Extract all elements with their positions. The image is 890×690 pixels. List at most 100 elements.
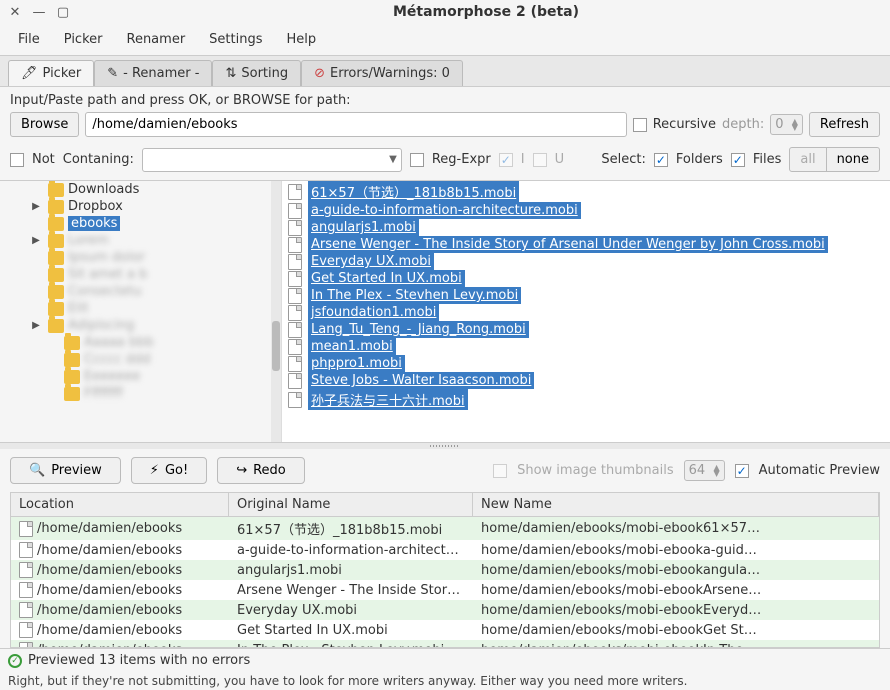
chevron-down-icon: ▼ (389, 154, 397, 165)
tree-label: Eeeeeee (84, 369, 140, 384)
file-label: Arsene Wenger - The Inside Story of Arse… (308, 236, 828, 253)
menu-help[interactable]: Help (277, 28, 327, 51)
file-label: 孙子兵法与三十六计.mobi (308, 389, 468, 410)
tree-label: Downloads (68, 182, 139, 197)
menu-picker[interactable]: Picker (54, 28, 113, 51)
file-item[interactable]: angularjs1.mobi (282, 219, 890, 236)
tree-item[interactable]: Ipsum dolor (0, 249, 281, 266)
file-item[interactable]: 61×57（节选）_181b8b15.mobi (282, 181, 890, 202)
file-item[interactable]: In The Plex - Stevhen Levy.mobi (282, 287, 890, 304)
file-item[interactable]: Arsene Wenger - The Inside Story of Arse… (282, 236, 890, 253)
not-checkbox[interactable] (10, 153, 24, 167)
preview-icon: 🔍 (29, 463, 45, 478)
table-row[interactable]: /home/damien/ebooksArsene Wenger - The I… (11, 580, 879, 600)
menu-file[interactable]: File (8, 28, 50, 51)
file-item[interactable]: phppro1.mobi (282, 355, 890, 372)
file-icon (288, 305, 302, 321)
depth-spinner[interactable]: 0 ▲▼ (770, 114, 803, 135)
browse-button[interactable]: Browse (10, 112, 79, 137)
tab-picker[interactable]: 🖊 Picker (8, 60, 94, 86)
expand-icon[interactable]: ▶ (28, 235, 44, 246)
expand-icon[interactable]: ▶ (28, 320, 44, 331)
tree-item[interactable]: Aaaaa bbb (0, 334, 281, 351)
sort-icon: ⇅ (225, 66, 236, 81)
file-label: jsfoundation1.mobi (308, 304, 439, 321)
file-list[interactable]: 61×57（节选）_181b8b15.mobia-guide-to-inform… (282, 181, 890, 442)
tree-item[interactable]: ebooks (0, 215, 281, 232)
leaked-text: Right, but if they're not submitting, yo… (0, 672, 890, 690)
expand-icon[interactable]: ▶ (28, 201, 44, 212)
menu-renamer[interactable]: Renamer (117, 28, 196, 51)
u-checkbox[interactable] (533, 153, 547, 167)
file-icon (288, 322, 302, 338)
table-row[interactable]: /home/damien/ebooks61×57（节选）_181b8b15.mo… (11, 517, 879, 540)
file-item[interactable]: Lang_Tu_Teng_-_Jiang_Rong.mobi (282, 321, 890, 338)
files-label: Files (753, 152, 782, 167)
tree-item[interactable]: Eeeeeee (0, 368, 281, 385)
close-icon[interactable]: ✕ (8, 5, 22, 19)
tree-label: Sit amet a b (68, 267, 147, 282)
table-row[interactable]: /home/damien/ebooksGet Started In UX.mob… (11, 620, 879, 640)
tree-item[interactable]: Ccccc ddd (0, 351, 281, 368)
folder-icon (48, 183, 64, 197)
table-row[interactable]: /home/damien/ebooksEveryday UX.mobihome/… (11, 600, 879, 620)
col-location[interactable]: Location (11, 493, 229, 516)
error-icon: ⊘ (314, 66, 325, 81)
tree-item[interactable]: ▶Adipiscing (0, 317, 281, 334)
auto-preview-checkbox[interactable] (735, 464, 749, 478)
refresh-button[interactable]: Refresh (809, 112, 880, 137)
file-label: phppro1.mobi (308, 355, 405, 372)
files-checkbox[interactable] (731, 153, 745, 167)
minimize-icon[interactable]: — (32, 5, 46, 19)
select-none-button[interactable]: none (827, 147, 880, 172)
table-row[interactable]: /home/damien/ebooksa-guide-to-informatio… (11, 540, 879, 560)
tree-label: Consectetu (68, 284, 142, 299)
tree-item[interactable]: ▶Lorem (0, 232, 281, 249)
table-row[interactable]: /home/damien/ebooksIn The Plex - Stevhen… (11, 640, 879, 648)
table-row[interactable]: /home/damien/ebooksangularjs1.mobihome/d… (11, 560, 879, 580)
regexpr-checkbox[interactable] (410, 153, 424, 167)
tree-item[interactable]: Ffffffff (0, 385, 281, 402)
tree-item[interactable]: ▶Dropbox (0, 198, 281, 215)
folder-icon (64, 353, 80, 367)
file-label: angularjs1.mobi (308, 219, 419, 236)
file-item[interactable]: a-guide-to-information-architecture.mobi (282, 202, 890, 219)
redo-button[interactable]: ↪Redo (217, 457, 305, 484)
containing-combo[interactable]: ▼ (142, 148, 402, 172)
file-item[interactable]: mean1.mobi (282, 338, 890, 355)
col-original[interactable]: Original Name (229, 493, 473, 516)
file-icon (19, 602, 33, 618)
file-item[interactable]: Steve Jobs - Walter Isaacson.mobi (282, 372, 890, 389)
picker-icon: 🖊 (21, 66, 38, 81)
go-button[interactable]: ⚡Go! (131, 457, 207, 484)
tree-item[interactable]: Consectetu (0, 283, 281, 300)
thumbs-checkbox[interactable] (493, 464, 507, 478)
file-item[interactable]: Get Started In UX.mobi (282, 270, 890, 287)
preview-button[interactable]: 🔍Preview (10, 457, 121, 484)
thumb-size-spinner[interactable]: 64 ▲▼ (684, 460, 725, 481)
select-all-button[interactable]: all (789, 147, 826, 172)
file-icon (288, 220, 302, 236)
folders-checkbox[interactable] (654, 153, 668, 167)
col-newname[interactable]: New Name (473, 493, 879, 516)
maximize-icon[interactable]: ▢ (56, 5, 70, 19)
recursive-checkbox[interactable] (633, 118, 647, 132)
preview-table: Location Original Name New Name /home/da… (10, 492, 880, 648)
tab-sorting[interactable]: ⇅ Sorting (212, 60, 301, 86)
folder-tree[interactable]: Downloads▶Dropboxebooks▶LoremIpsum dolor… (0, 181, 282, 442)
file-item[interactable]: Everyday UX.mobi (282, 253, 890, 270)
file-item[interactable]: 孙子兵法与三十六计.mobi (282, 389, 890, 410)
tree-item[interactable]: Downloads (0, 181, 281, 198)
tree-item[interactable]: Elit (0, 300, 281, 317)
file-item[interactable]: jsfoundation1.mobi (282, 304, 890, 321)
recursive-label: Recursive (653, 117, 716, 132)
select-label: Select: (601, 152, 645, 167)
path-input[interactable] (85, 112, 626, 137)
tree-scrollbar[interactable] (271, 181, 281, 442)
tree-item[interactable]: Sit amet a b (0, 266, 281, 283)
menu-settings[interactable]: Settings (199, 28, 272, 51)
tab-renamer[interactable]: ✎ - Renamer - (94, 60, 212, 86)
i-checkbox[interactable] (499, 153, 513, 167)
file-icon (288, 356, 302, 372)
tab-errors[interactable]: ⊘ Errors/Warnings: 0 (301, 60, 463, 86)
